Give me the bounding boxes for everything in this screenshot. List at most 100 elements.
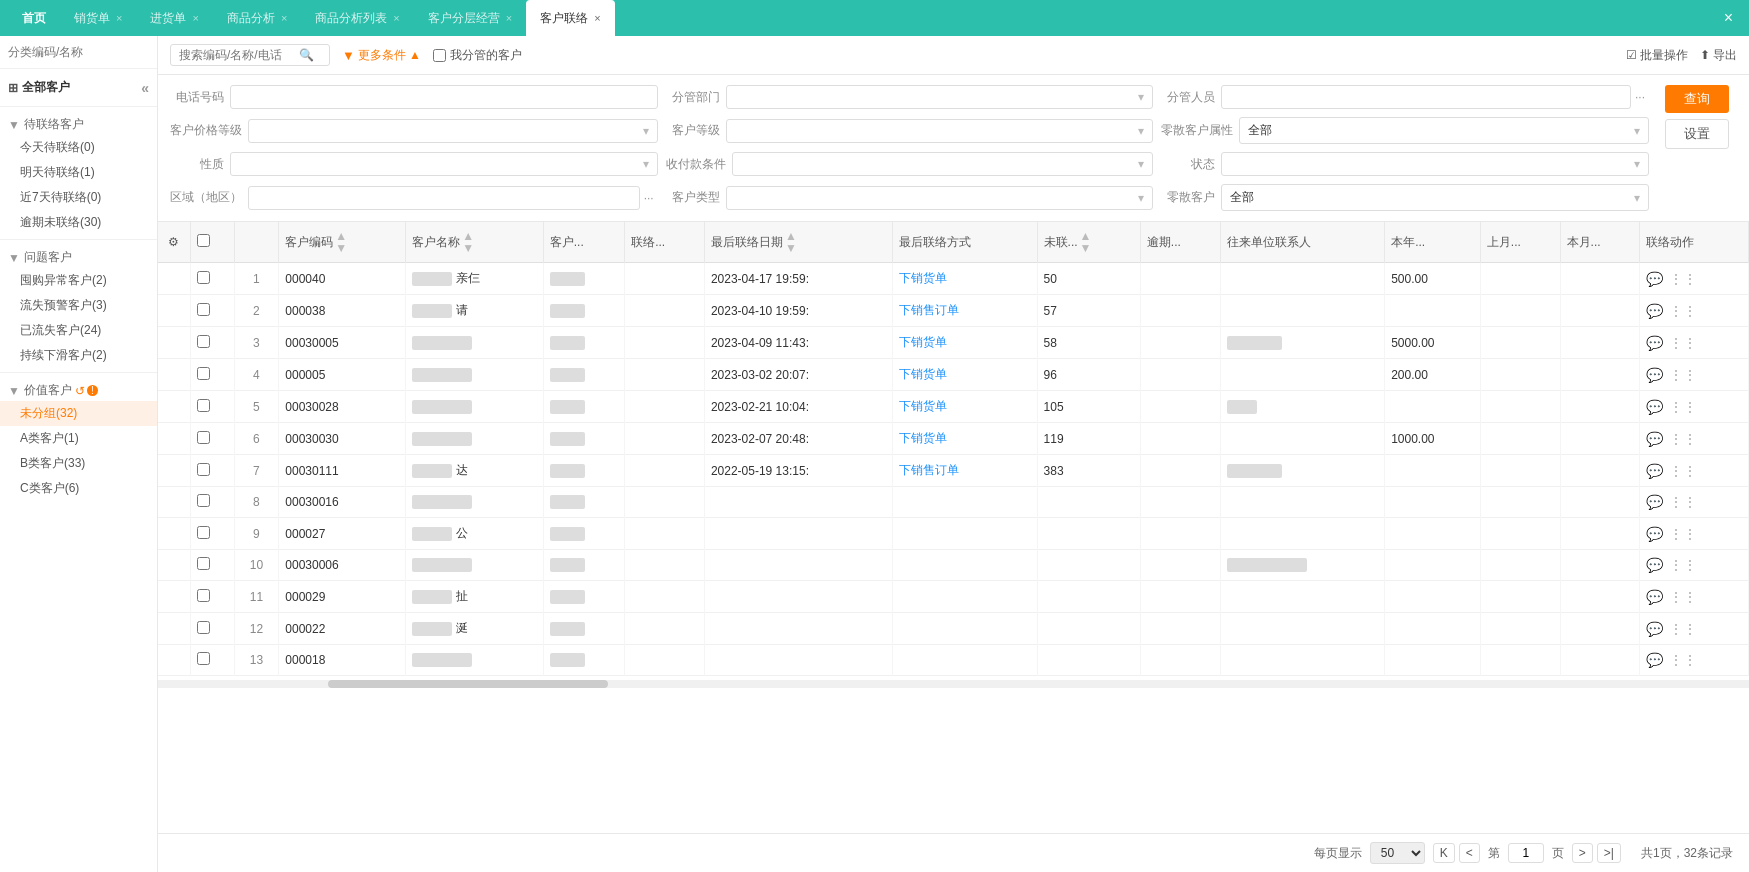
close-purchase-icon[interactable]: × xyxy=(192,12,198,24)
sidebar-item-overdue-pending[interactable]: 逾期未联络(30) xyxy=(0,210,157,235)
grid-action-icon[interactable]: ⋮⋮ xyxy=(1669,431,1697,447)
td-last-contact-method[interactable] xyxy=(893,550,1037,581)
tab-home[interactable]: 首页 xyxy=(8,0,60,36)
prev-page-button[interactable]: < xyxy=(1459,843,1480,863)
filter-search-input[interactable] xyxy=(179,48,299,62)
nature-select[interactable]: ▾ xyxy=(230,152,658,176)
sidebar-item-abnormal[interactable]: 囤购异常客户(2) xyxy=(0,268,157,293)
row-checkbox[interactable] xyxy=(197,526,210,539)
price-level-select[interactable]: ▾ xyxy=(248,119,658,143)
retail-attr-select[interactable]: 全部 ▾ xyxy=(1239,117,1649,144)
manager-dots[interactable]: ··· xyxy=(1631,90,1649,104)
row-checkbox[interactable] xyxy=(197,431,210,444)
grid-action-icon[interactable]: ⋮⋮ xyxy=(1669,271,1697,287)
grid-action-icon[interactable]: ⋮⋮ xyxy=(1669,367,1697,383)
tab-customer-segment[interactable]: 客户分层经营 × xyxy=(414,0,526,36)
chat-icon[interactable]: 💬 xyxy=(1646,335,1663,351)
horizontal-scrollbar[interactable] xyxy=(158,680,1749,688)
row-checkbox[interactable] xyxy=(197,494,210,507)
grid-action-icon[interactable]: ⋮⋮ xyxy=(1669,526,1697,542)
sidebar-group-value[interactable]: ▼ 价值客户 ↺ ! xyxy=(0,377,157,401)
td-last-contact-method[interactable] xyxy=(893,645,1037,676)
sidebar-item-week-pending[interactable]: 近7天待联络(0) xyxy=(0,185,157,210)
region-dots[interactable]: ··· xyxy=(640,191,658,205)
page-size-select[interactable]: 50 20 100 xyxy=(1370,842,1425,864)
td-last-contact-method[interactable]: 下销货单 xyxy=(893,391,1037,423)
grid-action-icon[interactable]: ⋮⋮ xyxy=(1669,652,1697,668)
chat-icon[interactable]: 💬 xyxy=(1646,399,1663,415)
sidebar-item-class-a[interactable]: A类客户(1) xyxy=(0,426,157,451)
first-page-button[interactable]: K xyxy=(1433,843,1455,863)
sidebar-item-class-c[interactable]: C类客户(6) xyxy=(0,476,157,501)
td-last-contact-method[interactable]: 下销货单 xyxy=(893,359,1037,391)
th-name[interactable]: 客户名称 ▲▼ xyxy=(406,222,543,263)
last-page-button[interactable]: >| xyxy=(1597,843,1621,863)
chat-icon[interactable]: 💬 xyxy=(1646,431,1663,447)
sidebar-group-problem[interactable]: ▼ 问题客户 xyxy=(0,244,157,268)
chat-icon[interactable]: 💬 xyxy=(1646,367,1663,383)
refresh-icon[interactable]: ↺ xyxy=(75,384,85,398)
chat-icon[interactable]: 💬 xyxy=(1646,271,1663,287)
customer-level-select[interactable]: ▾ xyxy=(726,119,1154,143)
sidebar-item-churned[interactable]: 已流失客户(24) xyxy=(0,318,157,343)
grid-action-icon[interactable]: ⋮⋮ xyxy=(1669,589,1697,605)
region-input[interactable] xyxy=(248,186,640,210)
th-last-month[interactable]: 上月... xyxy=(1480,222,1560,263)
filter-more-button[interactable]: ▼ 更多条件 ▲ xyxy=(342,47,421,64)
grid-action-icon[interactable]: ⋮⋮ xyxy=(1669,303,1697,319)
sidebar-search-input[interactable] xyxy=(8,45,158,59)
status-select[interactable]: ▾ xyxy=(1221,152,1649,176)
close-customer-contact-icon[interactable]: × xyxy=(594,12,600,24)
close-sales-icon[interactable]: × xyxy=(116,12,122,24)
close-product-analysis-icon[interactable]: × xyxy=(281,12,287,24)
th-contact[interactable]: 联络... xyxy=(625,222,705,263)
chat-icon[interactable]: 💬 xyxy=(1646,526,1663,542)
reset-button[interactable]: 设置 xyxy=(1665,119,1729,149)
close-customer-segment-icon[interactable]: × xyxy=(506,12,512,24)
sidebar-item-churn-warning[interactable]: 流失预警客户(3) xyxy=(0,293,157,318)
export-button[interactable]: ⬆ 导出 xyxy=(1700,47,1737,64)
row-checkbox[interactable] xyxy=(197,652,210,665)
row-checkbox[interactable] xyxy=(197,463,210,476)
row-checkbox[interactable] xyxy=(197,367,210,380)
chat-icon[interactable]: 💬 xyxy=(1646,621,1663,637)
row-checkbox[interactable] xyxy=(197,589,210,602)
grid-action-icon[interactable]: ⋮⋮ xyxy=(1669,399,1697,415)
row-checkbox[interactable] xyxy=(197,399,210,412)
sidebar-item-ungroup[interactable]: 未分组(32) xyxy=(0,401,157,426)
row-checkbox[interactable] xyxy=(197,621,210,634)
customer-type-select[interactable]: ▾ xyxy=(726,186,1154,210)
th-uncontacted[interactable]: 未联... ▲▼ xyxy=(1037,222,1140,263)
td-last-contact-method[interactable] xyxy=(893,487,1037,518)
dept-select[interactable]: ▾ xyxy=(726,85,1154,109)
th-last-contact-date[interactable]: 最后联络日期 ▲▼ xyxy=(704,222,892,263)
td-last-contact-method[interactable]: 下销货单 xyxy=(893,327,1037,359)
th-settings[interactable]: ⚙ xyxy=(158,222,190,263)
td-last-contact-method[interactable]: 下销售订单 xyxy=(893,455,1037,487)
th-last-contact-method[interactable]: 最后联络方式 xyxy=(893,222,1037,263)
tab-product-analysis-list[interactable]: 商品分析列表 × xyxy=(301,0,413,36)
retail-select[interactable]: 全部 ▾ xyxy=(1221,184,1649,211)
chat-icon[interactable]: 💬 xyxy=(1646,652,1663,668)
chat-icon[interactable]: 💬 xyxy=(1646,494,1663,510)
td-last-contact-method[interactable] xyxy=(893,581,1037,613)
row-checkbox[interactable] xyxy=(197,303,210,316)
th-this-month[interactable]: 本月... xyxy=(1560,222,1640,263)
td-last-contact-method[interactable] xyxy=(893,613,1037,645)
manager-input[interactable] xyxy=(1221,85,1631,109)
th-this-year[interactable]: 本年... xyxy=(1385,222,1481,263)
th-contact-person[interactable]: 往来单位联系人 xyxy=(1220,222,1385,263)
select-all-checkbox[interactable] xyxy=(197,234,210,247)
phone-input[interactable] xyxy=(230,85,658,109)
th-overdue[interactable]: 逾期... xyxy=(1140,222,1220,263)
grid-action-icon[interactable]: ⋮⋮ xyxy=(1669,621,1697,637)
tab-sales[interactable]: 销货单 × xyxy=(60,0,136,36)
sidebar-group-pending[interactable]: ▼ 待联络客户 xyxy=(0,111,157,135)
grid-action-icon[interactable]: ⋮⋮ xyxy=(1669,463,1697,479)
sidebar-item-class-b[interactable]: B类客户(33) xyxy=(0,451,157,476)
tab-purchase[interactable]: 进货单 × xyxy=(136,0,212,36)
batch-op-button[interactable]: ☑ 批量操作 xyxy=(1626,47,1688,64)
sidebar-item-tomorrow-pending[interactable]: 明天待联络(1) xyxy=(0,160,157,185)
chat-icon[interactable]: 💬 xyxy=(1646,557,1663,573)
td-last-contact-method[interactable]: 下销货单 xyxy=(893,263,1037,295)
